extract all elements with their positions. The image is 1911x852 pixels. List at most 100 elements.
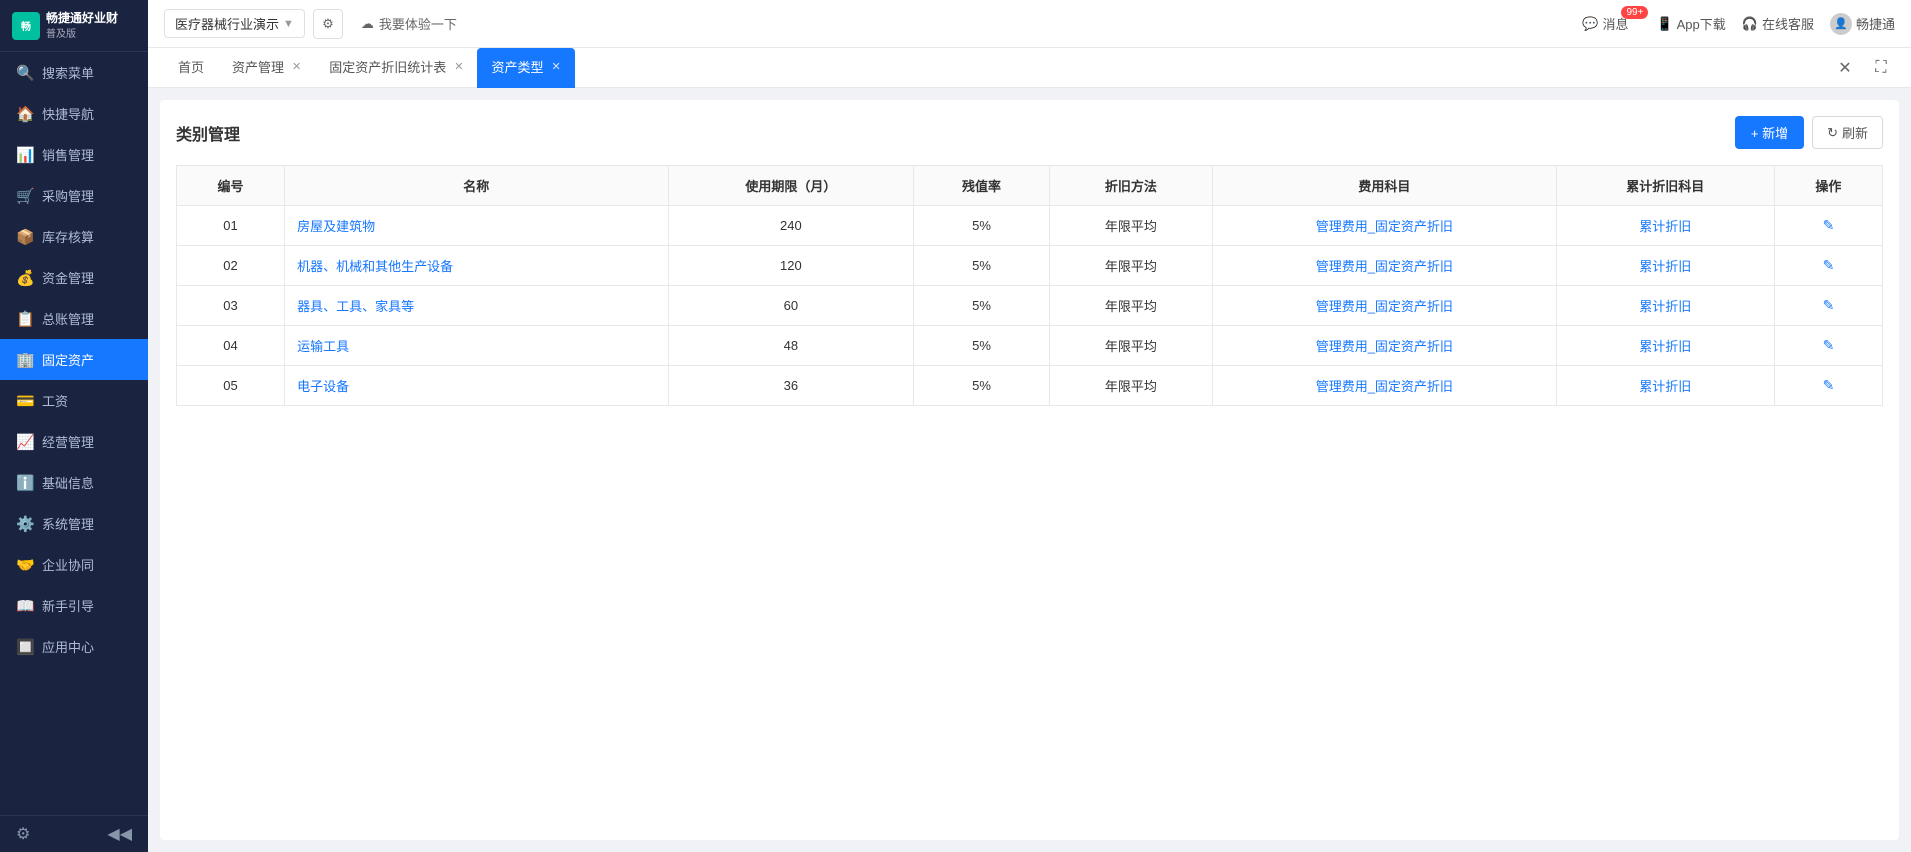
settings-icon[interactable]: ⚙ bbox=[16, 824, 30, 844]
tab-asset-mgmt[interactable]: 资产管理 ✕ bbox=[218, 48, 315, 88]
cell-period: 48 bbox=[668, 326, 914, 366]
edit-icon[interactable]: ✎ bbox=[1823, 377, 1835, 393]
cell-id: 04 bbox=[177, 326, 285, 366]
sidebar-item-basic-info[interactable]: ℹ️ 基础信息 bbox=[0, 462, 148, 503]
topbar-settings-button[interactable]: ⚙ bbox=[313, 9, 343, 39]
edit-icon[interactable]: ✎ bbox=[1823, 217, 1835, 233]
user-menu-button[interactable]: 👤 畅捷通 bbox=[1830, 13, 1895, 35]
tab-depreciation-table[interactable]: 固定资产折旧统计表 ✕ bbox=[315, 48, 477, 88]
sidebar-item-ledger[interactable]: 📋 总账管理 bbox=[0, 298, 148, 339]
sidebar-item-fixed-assets[interactable]: 🏢 固定资产 bbox=[0, 339, 148, 380]
sidebar-item-payroll[interactable]: 💳 工资 bbox=[0, 380, 148, 421]
tab-depreciation-close[interactable]: ✕ bbox=[454, 60, 463, 73]
cell-expense: 管理费用_固定资产折旧 bbox=[1213, 366, 1557, 406]
headset-icon: 🎧 bbox=[1742, 16, 1758, 32]
sidebar-item-guide[interactable]: 📖 新手引导 bbox=[0, 585, 148, 626]
name-link[interactable]: 电子设备 bbox=[297, 379, 349, 394]
tab-home[interactable]: 首页 bbox=[164, 48, 218, 88]
cell-method: 年限平均 bbox=[1049, 246, 1212, 286]
collapse-icon[interactable]: ◀◀ bbox=[107, 824, 132, 844]
sidebar-item-search[interactable]: 🔍 搜索菜单 bbox=[0, 52, 148, 93]
page-title: 类别管理 bbox=[176, 121, 240, 145]
col-header-id: 编号 bbox=[177, 166, 285, 206]
col-header-period: 使用期限（月） bbox=[668, 166, 914, 206]
industry-name: 医疗器械行业演示 bbox=[175, 14, 279, 33]
sidebar-item-inventory[interactable]: 📦 库存核算 bbox=[0, 216, 148, 257]
expense-link[interactable]: 管理费用_固定资产折旧 bbox=[1316, 219, 1453, 234]
money-icon: 💰 bbox=[16, 269, 34, 287]
table-row: 01 房屋及建筑物 240 5% 年限平均 管理费用_固定资产折旧 累计折旧 ✎ bbox=[177, 206, 1883, 246]
sidebar-label-guide: 新手引导 bbox=[42, 596, 94, 615]
industry-selector[interactable]: 医疗器械行业演示 ▼ bbox=[164, 9, 305, 38]
tabbar-actions: ✕ ⛶ bbox=[1831, 54, 1895, 82]
app-download-button[interactable]: 📱 App下载 bbox=[1656, 14, 1725, 33]
col-header-expense: 费用科目 bbox=[1213, 166, 1557, 206]
sidebar-item-system[interactable]: ⚙️ 系统管理 bbox=[0, 503, 148, 544]
cart-icon: 🛒 bbox=[16, 187, 34, 205]
cell-period: 240 bbox=[668, 206, 914, 246]
expense-link[interactable]: 管理费用_固定资产折旧 bbox=[1316, 379, 1453, 394]
accum-link[interactable]: 累计折旧 bbox=[1639, 219, 1691, 234]
close-tab-btn[interactable]: ✕ bbox=[1831, 54, 1859, 82]
expense-link[interactable]: 管理费用_固定资产折旧 bbox=[1316, 339, 1453, 354]
name-link[interactable]: 运输工具 bbox=[297, 339, 349, 354]
sidebar-item-quick-nav[interactable]: 🏠 快捷导航 bbox=[0, 93, 148, 134]
edit-icon[interactable]: ✎ bbox=[1823, 337, 1835, 353]
cell-name: 器具、工具、家具等 bbox=[285, 286, 668, 326]
sidebar-item-cooperation[interactable]: 🤝 企业协同 bbox=[0, 544, 148, 585]
cell-name: 房屋及建筑物 bbox=[285, 206, 668, 246]
sidebar-item-operations[interactable]: 📈 经营管理 bbox=[0, 421, 148, 462]
sidebar-item-purchase[interactable]: 🛒 采购管理 bbox=[0, 175, 148, 216]
expand-tab-btn[interactable]: ⛶ bbox=[1867, 54, 1895, 82]
cell-expense: 管理费用_固定资产折旧 bbox=[1213, 286, 1557, 326]
topbar: 医疗器械行业演示 ▼ ⚙ ☁ 我要体验一下 💬 消息 99+ 📱 App下载 bbox=[148, 0, 1911, 48]
name-link[interactable]: 机器、机械和其他生产设备 bbox=[297, 259, 453, 274]
col-header-method: 折旧方法 bbox=[1049, 166, 1212, 206]
cell-name: 运输工具 bbox=[285, 326, 668, 366]
accum-link[interactable]: 累计折旧 bbox=[1639, 379, 1691, 394]
expense-link[interactable]: 管理费用_固定资产折旧 bbox=[1316, 259, 1453, 274]
refresh-button[interactable]: ↻ 刷新 bbox=[1812, 116, 1883, 149]
edit-icon[interactable]: ✎ bbox=[1823, 257, 1835, 273]
sidebar-item-app-center[interactable]: 🔲 应用中心 bbox=[0, 626, 148, 667]
cell-action: ✎ bbox=[1774, 206, 1882, 246]
guide-icon: 📖 bbox=[16, 597, 34, 615]
accum-link[interactable]: 累计折旧 bbox=[1639, 299, 1691, 314]
tab-asset-mgmt-label: 资产管理 bbox=[232, 57, 284, 76]
table-row: 03 器具、工具、家具等 60 5% 年限平均 管理费用_固定资产折旧 累计折旧… bbox=[177, 286, 1883, 326]
cell-expense: 管理费用_固定资产折旧 bbox=[1213, 326, 1557, 366]
accum-link[interactable]: 累计折旧 bbox=[1639, 259, 1691, 274]
user-label: 畅捷通 bbox=[1856, 14, 1895, 33]
logo-icon: 畅 bbox=[12, 12, 40, 40]
sidebar-label-cooperation: 企业协同 bbox=[42, 555, 94, 574]
sidebar-item-sales[interactable]: 📊 销售管理 bbox=[0, 134, 148, 175]
refresh-icon: ↻ bbox=[1827, 125, 1838, 141]
col-header-accum: 累计折旧科目 bbox=[1556, 166, 1774, 206]
online-service-button[interactable]: 🎧 在线客服 bbox=[1742, 14, 1814, 33]
table-row: 04 运输工具 48 5% 年限平均 管理费用_固定资产折旧 累计折旧 ✎ bbox=[177, 326, 1883, 366]
cell-id: 05 bbox=[177, 366, 285, 406]
cell-id: 03 bbox=[177, 286, 285, 326]
page-header: 类别管理 + 新增 ↻ 刷新 bbox=[176, 116, 1883, 149]
col-header-name: 名称 bbox=[285, 166, 668, 206]
cell-accum: 累计折旧 bbox=[1556, 366, 1774, 406]
building-icon: 🏢 bbox=[16, 351, 34, 369]
message-button[interactable]: 💬 消息 99+ bbox=[1582, 14, 1628, 33]
app-download-label: App下载 bbox=[1677, 14, 1726, 33]
tab-asset-mgmt-close[interactable]: ✕ bbox=[292, 60, 301, 73]
cell-expense: 管理费用_固定资产折旧 bbox=[1213, 206, 1557, 246]
experience-button[interactable]: ☁ 我要体验一下 bbox=[351, 10, 467, 37]
name-link[interactable]: 房屋及建筑物 bbox=[297, 219, 375, 234]
tab-asset-type-close[interactable]: ✕ bbox=[552, 60, 561, 73]
expense-link[interactable]: 管理费用_固定资产折旧 bbox=[1316, 299, 1453, 314]
name-link[interactable]: 器具、工具、家具等 bbox=[297, 299, 414, 314]
new-button[interactable]: + 新增 bbox=[1735, 116, 1804, 149]
phone-icon: 📱 bbox=[1656, 16, 1672, 32]
header-actions: + 新增 ↻ 刷新 bbox=[1735, 116, 1883, 149]
edit-icon[interactable]: ✎ bbox=[1823, 297, 1835, 313]
sidebar-item-capital[interactable]: 💰 资金管理 bbox=[0, 257, 148, 298]
tab-asset-type[interactable]: 资产类型 ✕ bbox=[477, 48, 574, 88]
topbar-left: 医疗器械行业演示 ▼ ⚙ ☁ 我要体验一下 bbox=[164, 9, 1570, 39]
accum-link[interactable]: 累计折旧 bbox=[1639, 339, 1691, 354]
tab-depreciation-label: 固定资产折旧统计表 bbox=[329, 57, 446, 76]
